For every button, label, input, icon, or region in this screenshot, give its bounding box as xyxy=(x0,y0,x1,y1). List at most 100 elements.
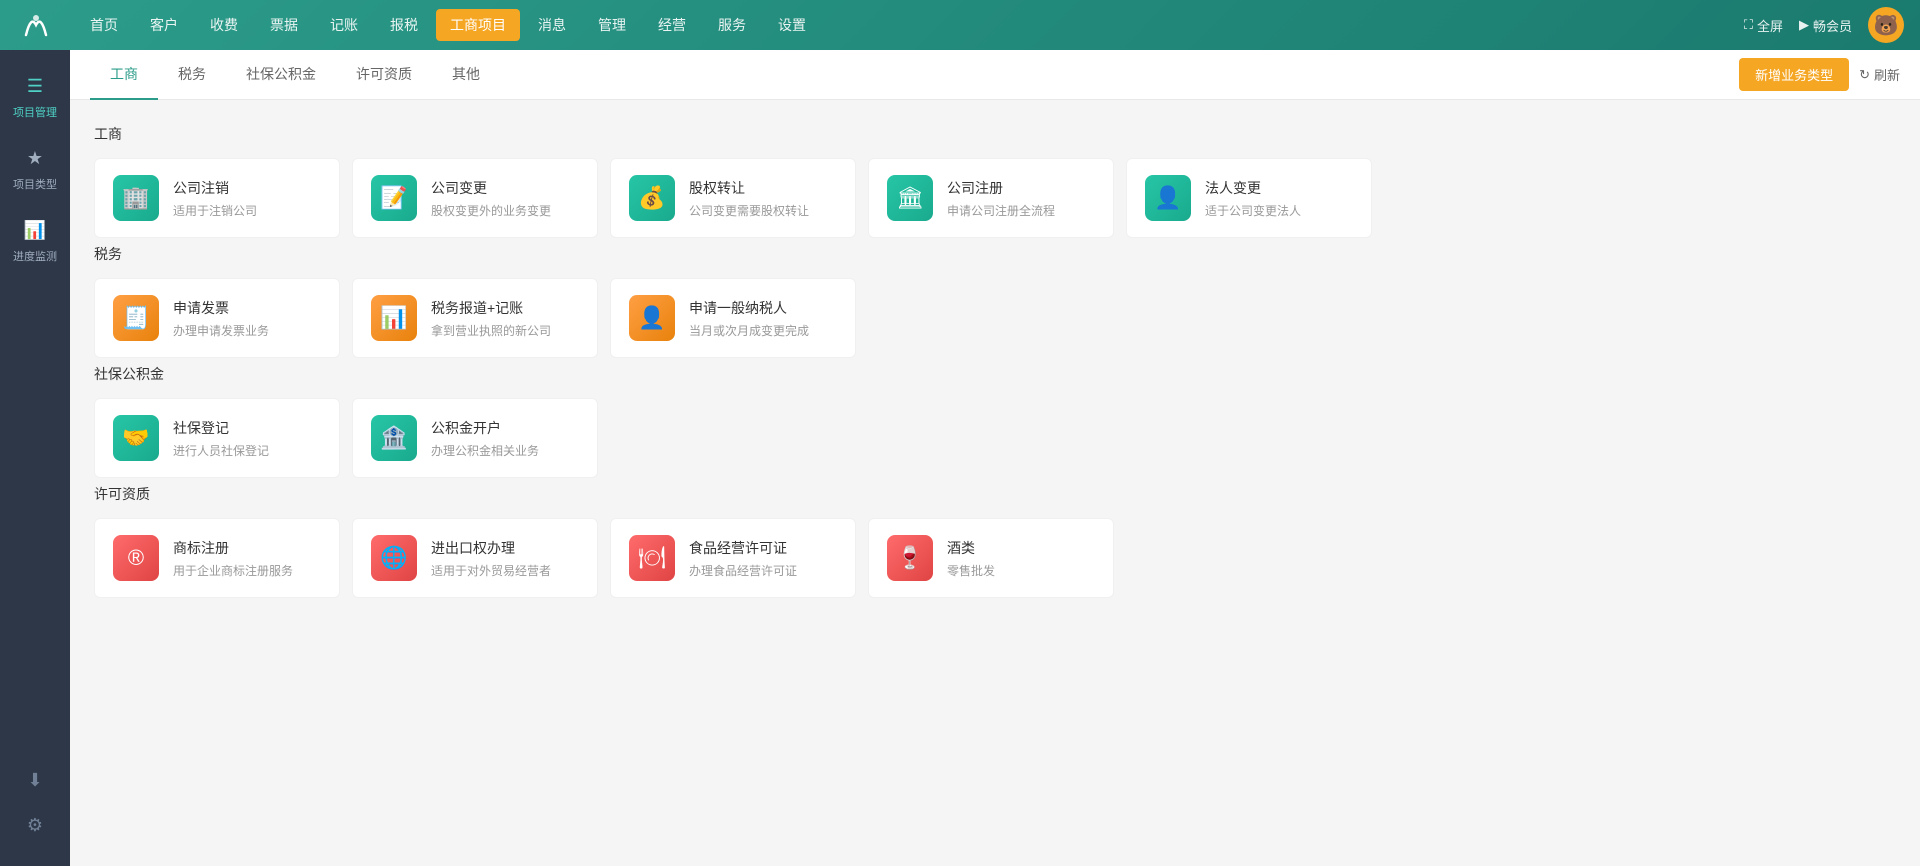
nav-item-设置[interactable]: 设置 xyxy=(764,9,820,41)
service-card[interactable]: 🌐 进出口权办理 适用于对外贸易经营者 xyxy=(352,518,598,598)
nav-item-服务[interactable]: 服务 xyxy=(704,9,760,41)
service-card[interactable]: 📊 税务报道+记账 拿到营业执照的新公司 xyxy=(352,278,598,358)
card-title: 食品经营许可证 xyxy=(689,538,837,558)
logo xyxy=(16,5,56,45)
card-desc: 进行人员社保登记 xyxy=(173,442,321,459)
avatar[interactable]: 🐻 xyxy=(1868,7,1904,43)
nav-item-工商项目[interactable]: 工商项目 xyxy=(436,9,520,41)
card-info: 公积金开户 办理公积金相关业务 xyxy=(431,418,579,459)
card-icon: 👤 xyxy=(1145,175,1191,221)
tab-许可资质[interactable]: 许可资质 xyxy=(336,50,432,100)
nav-item-客户[interactable]: 客户 xyxy=(136,9,192,41)
card-icon: 📝 xyxy=(371,175,417,221)
service-card[interactable]: 📝 公司变更 股权变更外的业务变更 xyxy=(352,158,598,238)
top-nav-right: ⛶ 全屏 ▶ 畅会员 🐻 xyxy=(1744,7,1904,43)
sidebar-item-project-management[interactable]: ☰ 项目管理 xyxy=(0,60,70,132)
nav-item-报税[interactable]: 报税 xyxy=(376,9,432,41)
service-card[interactable]: 🧾 申请发票 办理申请发票业务 xyxy=(94,278,340,358)
nav-items: 首页客户收费票据记账报税工商项目消息管理经营服务设置 xyxy=(76,9,1744,41)
tab-税务[interactable]: 税务 xyxy=(158,50,226,100)
card-info: 酒类 零售批发 xyxy=(947,538,1095,579)
card-icon: 🧾 xyxy=(113,295,159,341)
sidebar-bottom: ⬇ ⚙ xyxy=(23,760,47,856)
service-card[interactable]: 🍷 酒类 零售批发 xyxy=(868,518,1114,598)
main-layout: ☰ 项目管理 ★ 项目类型 📊 进度监测 ⬇ ⚙ 工商税务社保公积金许可资质其他… xyxy=(0,50,1920,866)
card-info: 申请一般纳税人 当月或次月成变更完成 xyxy=(689,298,837,339)
service-card[interactable]: 🏦 公积金开户 办理公积金相关业务 xyxy=(352,398,598,478)
member-button[interactable]: ▶ 畅会员 xyxy=(1799,16,1852,35)
card-desc: 用于企业商标注册服务 xyxy=(173,562,321,579)
video-icon: ▶ xyxy=(1799,17,1809,33)
section-title: 许可资质 xyxy=(94,484,1896,504)
card-info: 社保登记 进行人员社保登记 xyxy=(173,418,321,459)
sidebar-settings-icon[interactable]: ⚙ xyxy=(23,805,47,846)
sidebar-item-progress-monitor[interactable]: 📊 进度监测 xyxy=(0,204,70,276)
tab-其他[interactable]: 其他 xyxy=(432,50,500,100)
card-title: 商标注册 xyxy=(173,538,321,558)
nav-item-管理[interactable]: 管理 xyxy=(584,9,640,41)
section-许可资质: 许可资质 ® 商标注册 用于企业商标注册服务 🌐 进出口权办理 适用于对外贸易经… xyxy=(94,484,1896,598)
card-icon: 🍷 xyxy=(887,535,933,581)
card-desc: 零售批发 xyxy=(947,562,1095,579)
card-desc: 适用于注销公司 xyxy=(173,202,321,219)
cards-grid: 🏢 公司注销 适用于注销公司 📝 公司变更 股权变更外的业务变更 💰 股权转让 … xyxy=(94,158,1896,238)
card-info: 商标注册 用于企业商标注册服务 xyxy=(173,538,321,579)
card-title: 社保登记 xyxy=(173,418,321,438)
nav-item-票据[interactable]: 票据 xyxy=(256,9,312,41)
section-工商: 工商 🏢 公司注销 适用于注销公司 📝 公司变更 股权变更外的业务变更 💰 股权… xyxy=(94,124,1896,238)
nav-item-消息[interactable]: 消息 xyxy=(524,9,580,41)
nav-item-首页[interactable]: 首页 xyxy=(76,9,132,41)
fullscreen-button[interactable]: ⛶ 全屏 xyxy=(1744,16,1783,35)
tab-社保公积金[interactable]: 社保公积金 xyxy=(226,50,336,100)
card-desc: 拿到营业执照的新公司 xyxy=(431,322,579,339)
card-info: 公司注销 适用于注销公司 xyxy=(173,178,321,219)
card-desc: 办理食品经营许可证 xyxy=(689,562,837,579)
service-card[interactable]: 👤 法人变更 适于公司变更法人 xyxy=(1126,158,1372,238)
sidebar-download-icon[interactable]: ⬇ xyxy=(23,760,47,801)
service-card[interactable]: 🏛 公司注册 申请公司注册全流程 xyxy=(868,158,1114,238)
card-desc: 适于公司变更法人 xyxy=(1205,202,1353,219)
sidebar-label-project-type: 项目类型 xyxy=(13,176,57,192)
card-info: 公司注册 申请公司注册全流程 xyxy=(947,178,1095,219)
card-icon: ® xyxy=(113,535,159,581)
refresh-icon: ↻ xyxy=(1859,67,1870,83)
fullscreen-label: 全屏 xyxy=(1757,16,1783,35)
service-card[interactable]: 💰 股权转让 公司变更需要股权转让 xyxy=(610,158,856,238)
refresh-label: 刷新 xyxy=(1874,65,1900,84)
card-info: 法人变更 适于公司变更法人 xyxy=(1205,178,1353,219)
card-title: 法人变更 xyxy=(1205,178,1353,198)
card-title: 股权转让 xyxy=(689,178,837,198)
card-icon: 🏢 xyxy=(113,175,159,221)
cards-grid: 🧾 申请发票 办理申请发票业务 📊 税务报道+记账 拿到营业执照的新公司 👤 申… xyxy=(94,278,1896,358)
content-area: 工商税务社保公积金许可资质其他 新增业务类型 ↻ 刷新 工商 🏢 公司注销 适用… xyxy=(70,50,1920,866)
card-desc: 办理申请发票业务 xyxy=(173,322,321,339)
card-desc: 适用于对外贸易经营者 xyxy=(431,562,579,579)
card-icon: 👤 xyxy=(629,295,675,341)
card-info: 食品经营许可证 办理食品经营许可证 xyxy=(689,538,837,579)
nav-item-收费[interactable]: 收费 xyxy=(196,9,252,41)
card-title: 申请发票 xyxy=(173,298,321,318)
section-title: 工商 xyxy=(94,124,1896,144)
service-card[interactable]: 🍽 食品经营许可证 办理食品经营许可证 xyxy=(610,518,856,598)
refresh-button[interactable]: ↻ 刷新 xyxy=(1859,65,1900,84)
fullscreen-icon: ⛶ xyxy=(1744,17,1753,33)
service-card[interactable]: 🏢 公司注销 适用于注销公司 xyxy=(94,158,340,238)
content-scroll[interactable]: 工商 🏢 公司注销 适用于注销公司 📝 公司变更 股权变更外的业务变更 💰 股权… xyxy=(70,100,1920,866)
card-icon: 🏛 xyxy=(887,175,933,221)
sidebar-item-project-type[interactable]: ★ 项目类型 xyxy=(0,132,70,204)
nav-item-经营[interactable]: 经营 xyxy=(644,9,700,41)
nav-item-记账[interactable]: 记账 xyxy=(316,9,372,41)
tab-工商[interactable]: 工商 xyxy=(90,50,158,100)
card-info: 申请发票 办理申请发票业务 xyxy=(173,298,321,339)
service-card[interactable]: 🤝 社保登记 进行人员社保登记 xyxy=(94,398,340,478)
service-card[interactable]: 👤 申请一般纳税人 当月或次月成变更完成 xyxy=(610,278,856,358)
card-desc: 公司变更需要股权转让 xyxy=(689,202,837,219)
service-card[interactable]: ® 商标注册 用于企业商标注册服务 xyxy=(94,518,340,598)
card-icon: 💰 xyxy=(629,175,675,221)
monitor-icon: 📊 xyxy=(21,216,49,244)
card-title: 公司注销 xyxy=(173,178,321,198)
card-icon: 🤝 xyxy=(113,415,159,461)
card-icon: 🌐 xyxy=(371,535,417,581)
add-type-button[interactable]: 新增业务类型 xyxy=(1739,58,1849,91)
tabs-list: 工商税务社保公积金许可资质其他 xyxy=(90,50,1739,100)
